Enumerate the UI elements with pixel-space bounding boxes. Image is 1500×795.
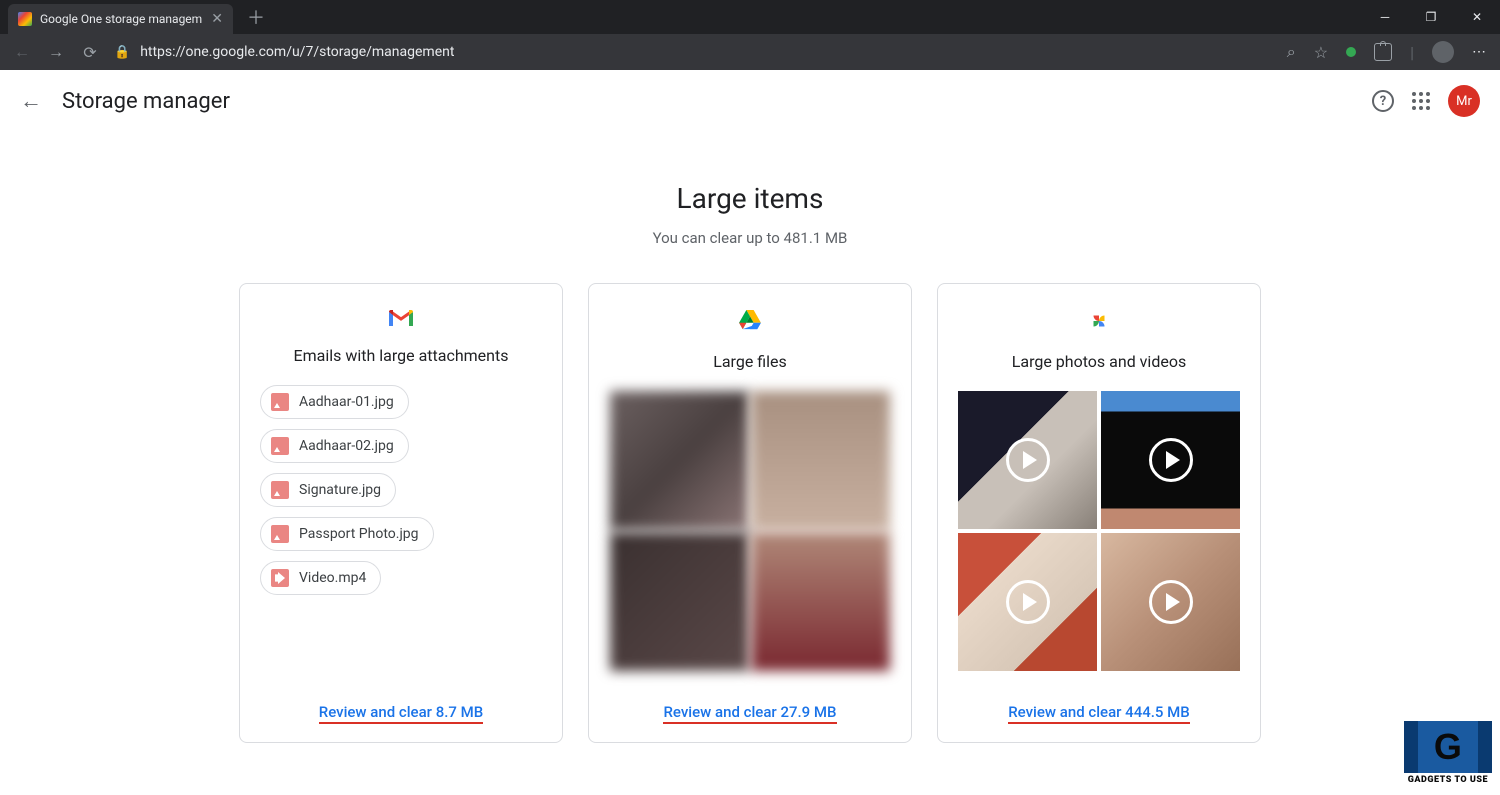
url-box[interactable]: 🔒 https://one.google.com/u/7/storage/man… [114, 44, 1273, 60]
card-title: Emails with large attachments [294, 346, 509, 365]
lock-icon: 🔒 [114, 45, 130, 60]
card-photos: Large photos and videos Review and clear… [937, 283, 1261, 743]
main-content: Large items You can clear up to 481.1 MB… [0, 132, 1500, 743]
address-bar: ← → ⟳ 🔒 https://one.google.com/u/7/stora… [0, 34, 1500, 70]
close-window-button[interactable]: ✕ [1454, 1, 1500, 33]
attachment-name: Passport Photo.jpg [299, 526, 419, 542]
attachment-chip[interactable]: Signature.jpg [260, 473, 396, 507]
back-arrow-icon[interactable]: ← [20, 88, 42, 114]
close-tab-icon[interactable]: ✕ [211, 11, 223, 27]
watermark-logo: G [1408, 721, 1488, 773]
tab-bar: Google One storage managem ✕ ＋ ─ ❐ ✕ [0, 0, 1500, 34]
photo-thumbnail [958, 533, 1097, 671]
reload-button[interactable]: ⟳ [80, 43, 100, 62]
image-icon [271, 437, 289, 455]
favorite-icon[interactable]: ☆ [1314, 43, 1328, 62]
attachment-chip[interactable]: Passport Photo.jpg [260, 517, 434, 551]
drive-file-grid[interactable] [610, 391, 890, 671]
attachment-chip[interactable]: Aadhaar-01.jpg [260, 385, 409, 419]
attachment-chip[interactable]: Video.mp4 [260, 561, 381, 595]
play-icon [1006, 580, 1050, 624]
play-icon [1149, 438, 1193, 482]
help-icon[interactable]: ? [1372, 90, 1394, 112]
video-icon [271, 569, 289, 587]
page-heading: Large items [677, 182, 824, 215]
attachment-name: Aadhaar-01.jpg [299, 394, 394, 410]
page-subheading: You can clear up to 481.1 MB [653, 229, 848, 247]
play-icon [1149, 580, 1193, 624]
attachment-chip[interactable]: Aadhaar-02.jpg [260, 429, 409, 463]
account-avatar[interactable]: Mr [1448, 85, 1480, 117]
extensions-icon[interactable] [1374, 43, 1392, 61]
tab-title: Google One storage managem [40, 12, 203, 26]
card-title: Large files [713, 352, 787, 371]
favicon-icon [18, 12, 32, 26]
photos-grid[interactable] [958, 391, 1240, 671]
minimize-button[interactable]: ─ [1362, 1, 1408, 33]
attachment-name: Signature.jpg [299, 482, 381, 498]
attachment-name: Video.mp4 [299, 570, 366, 586]
page-title: Storage manager [62, 89, 230, 114]
url-text: https://one.google.com/u/7/storage/manag… [140, 44, 454, 60]
attachment-list: Aadhaar-01.jpg Aadhaar-02.jpg Signature.… [260, 385, 542, 595]
review-and-clear-link[interactable]: Review and clear 27.9 MB [663, 703, 836, 724]
image-icon [271, 525, 289, 543]
zoom-icon[interactable]: ⌕ [1287, 42, 1296, 62]
card-drive: Large files Review and clear 27.9 MB [588, 283, 912, 743]
new-tab-button[interactable]: ＋ [243, 4, 269, 30]
photo-thumbnail [1101, 533, 1240, 671]
browser-chrome: Google One storage managem ✕ ＋ ─ ❐ ✕ ← →… [0, 0, 1500, 70]
window-controls: ─ ❐ ✕ [1362, 1, 1500, 33]
maximize-button[interactable]: ❐ [1408, 1, 1454, 33]
attachment-name: Aadhaar-02.jpg [299, 438, 394, 454]
cards-row: Emails with large attachments Aadhaar-01… [239, 283, 1261, 743]
app-header: ← Storage manager ? Mr [0, 70, 1500, 132]
file-thumbnail [610, 391, 749, 530]
watermark-text: GADGETS TO USE [1408, 775, 1488, 785]
photo-thumbnail [958, 391, 1097, 529]
card-title: Large photos and videos [1012, 352, 1186, 371]
gmail-icon [389, 310, 413, 328]
apps-grid-icon[interactable] [1412, 92, 1430, 110]
drive-icon [739, 310, 761, 334]
browser-tab[interactable]: Google One storage managem ✕ [8, 4, 233, 34]
play-icon [1006, 438, 1050, 482]
watermark: G GADGETS TO USE [1408, 721, 1488, 785]
image-icon [271, 393, 289, 411]
review-and-clear-link[interactable]: Review and clear 444.5 MB [1008, 703, 1190, 724]
review-and-clear-link[interactable]: Review and clear 8.7 MB [319, 703, 484, 724]
file-thumbnail [610, 532, 749, 671]
status-indicator-icon [1346, 47, 1356, 57]
file-thumbnail [751, 391, 890, 530]
photo-thumbnail [1101, 391, 1240, 529]
photos-icon [1088, 310, 1110, 334]
image-icon [271, 481, 289, 499]
browser-profile-icon[interactable] [1432, 41, 1454, 63]
forward-button[interactable]: → [46, 42, 66, 62]
browser-menu-icon[interactable]: ⋯ [1472, 44, 1488, 60]
file-thumbnail [751, 532, 890, 671]
card-gmail: Emails with large attachments Aadhaar-01… [239, 283, 563, 743]
back-button[interactable]: ← [12, 42, 32, 62]
